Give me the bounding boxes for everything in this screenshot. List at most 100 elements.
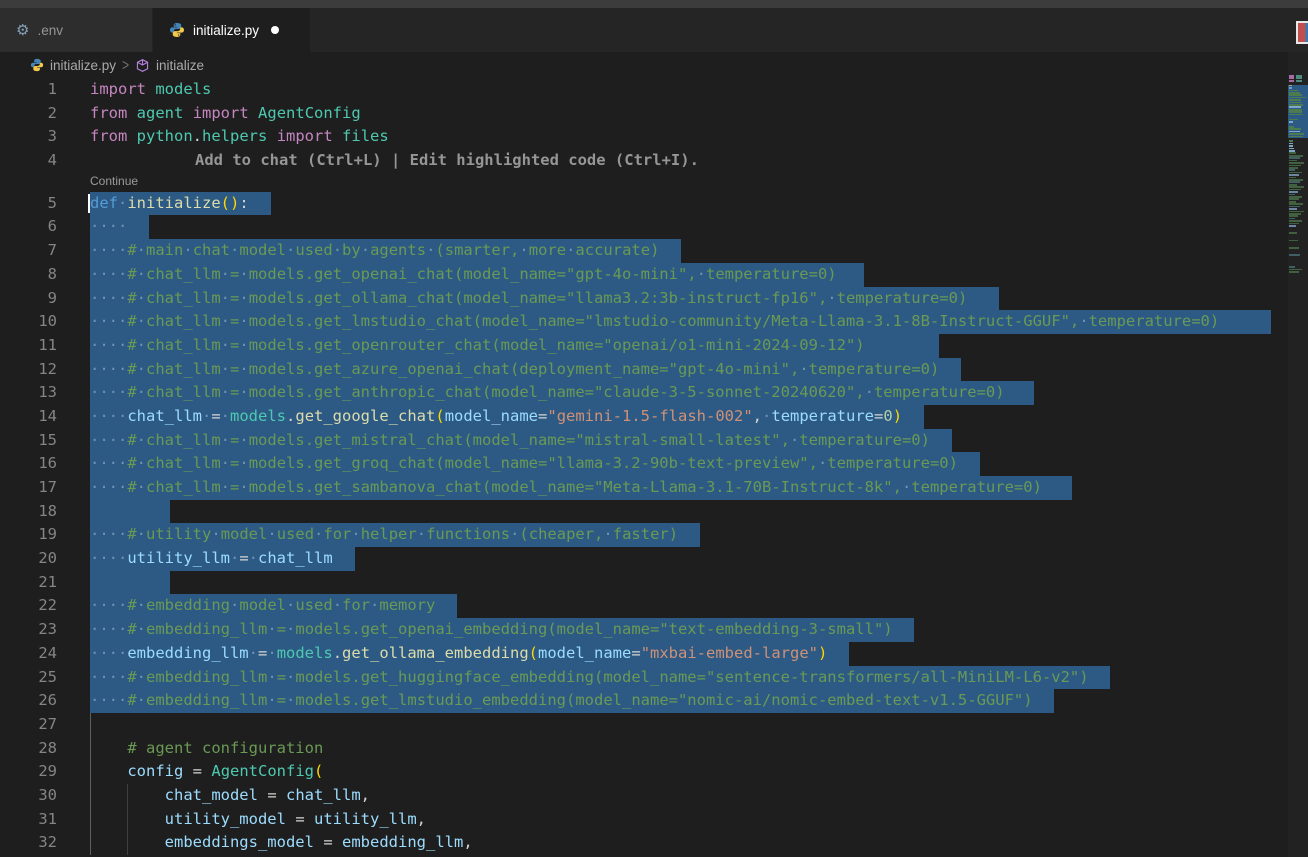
tab-initialize-py[interactable]: initialize.py [153, 8, 310, 52]
code-line[interactable]: 21 [0, 570, 1288, 595]
code-line[interactable]: 5 def·initialize(): [0, 191, 1288, 216]
minimap-block [1289, 118, 1298, 121]
code-editor[interactable]: 1 import models 2 from agent import AgentCo… [0, 78, 1288, 855]
minimap-block [1289, 225, 1296, 227]
code-line[interactable]: 14 ····chat_llm·=·models.get_google_chat(… [0, 404, 1288, 429]
minimap-block [1289, 203, 1303, 205]
breadcrumb-symbol[interactable]: initialize [156, 58, 204, 73]
tab-label: .env [37, 22, 63, 38]
code-line[interactable]: 6 ···· [0, 215, 1288, 240]
code-line[interactable]: 24 ····embedding_llm·=·models.get_ollama_… [0, 641, 1288, 666]
breadcrumb-file[interactable]: initialize.py [50, 58, 116, 73]
minimap-block [1289, 210, 1304, 213]
code-line[interactable]: 7 ····#·main·chat·model·used·by·agents·(s… [0, 239, 1288, 263]
code-text: chat_model = chat_llm, [164, 785, 371, 804]
code-line[interactable]: 19 ····#·utility·model·used·for·helper·fu… [0, 523, 1288, 548]
minimap-block [1289, 232, 1297, 234]
code-line[interactable]: 26 ····#·embedding_llm·=·models.get_lmstu… [0, 689, 1288, 713]
line-number: 27 [38, 714, 57, 733]
modified-dot-icon[interactable] [271, 26, 280, 34]
titlebar-strip [0, 0, 1308, 8]
tab-env[interactable]: ⚙ .env [0, 8, 152, 52]
code-text: ····#·utility·model·used·for·helper·func… [90, 525, 679, 544]
minimap-block [1289, 271, 1299, 273]
line-number: 24 [38, 643, 57, 662]
minimap-block [1296, 77, 1302, 80]
minimap-block [1289, 142, 1293, 145]
line-number: 32 [38, 833, 57, 852]
minimap-block [1289, 179, 1303, 181]
minimap[interactable] [1288, 52, 1308, 857]
code-line[interactable]: 8 ····#·chat_llm·=·models.get_openai_chat… [0, 262, 1288, 287]
code-line[interactable]: 17 ····#·chat_llm·=·models.get_sambanova_… [0, 476, 1288, 500]
code-line[interactable]: 4 Add to chat (Ctrl+L) | Edit highlighted… [0, 149, 1288, 173]
code-line[interactable]: 13 ····#·chat_llm·=·models.get_anthropic_… [0, 381, 1288, 405]
line-number: 22 [38, 596, 57, 615]
inline-chat-hint[interactable]: Add to chat (Ctrl+L) | Edit highlighted … [195, 149, 699, 173]
code-line[interactable]: 3 from python.helpers import files [0, 125, 1288, 149]
code-line[interactable]: 22 ····#·embedding·model·used·for·memory [0, 594, 1288, 619]
minimap-block [1289, 239, 1298, 242]
code-line[interactable]: 11 ····#·chat_llm·=·models.get_openrouter… [0, 333, 1288, 358]
line-number: 15 [38, 430, 57, 449]
minimap-block [1289, 176, 1296, 179]
code-line[interactable]: 12 ····#·chat_llm·=·models.get_azure_open… [0, 357, 1288, 382]
code-text: def·initialize(): [90, 193, 249, 212]
code-line[interactable]: 2 from agent import AgentConfig [0, 102, 1288, 126]
minimap-block [1289, 133, 1304, 135]
code-line[interactable]: 27 [0, 712, 1288, 737]
code-line[interactable]: 9 ····#·chat_llm·=·models.get_ollama_chat… [0, 286, 1288, 311]
minimap-block [1289, 266, 1295, 268]
code-line[interactable]: 25 ····#·embedding_llm·=·models.get_huggi… [0, 665, 1288, 690]
minimap-block [1289, 128, 1302, 130]
minimap-block [1289, 125, 1295, 128]
code-text: ····embedding_llm·=·models.get_ollama_em… [90, 643, 828, 662]
minimap-block [1289, 150, 1295, 152]
line-number: 25 [38, 667, 57, 686]
minimap-block [1289, 84, 1292, 87]
minimap-block [1289, 222, 1299, 225]
tab-bar: ⚙ .env initialize.py [0, 8, 1308, 52]
line-number: 12 [38, 359, 57, 378]
codelens-continue[interactable]: Continue [90, 173, 138, 190]
code-text: import models [90, 80, 212, 98]
code-line[interactable]: 23 ····#·embedding_llm·=·models.get_opena… [0, 618, 1288, 642]
symbol-class-icon [135, 58, 150, 73]
line-number: 3 [47, 127, 57, 146]
minimap-block [1289, 186, 1304, 188]
code-text: from python.helpers import files [90, 127, 389, 146]
code-line[interactable]: 1 import models [0, 78, 1288, 102]
line-number: 9 [47, 288, 57, 307]
minimap-block [1289, 120, 1293, 123]
minimap-block [1289, 200, 1296, 203]
code-line[interactable]: 28 # agent configuration [0, 736, 1288, 761]
minimap-block [1289, 217, 1295, 220]
code-text: ····#·chat_llm·=·models.get_mistral_chat… [90, 430, 930, 449]
minimap-block [1289, 135, 1304, 138]
line-number: 26 [38, 691, 57, 710]
minimap-block [1296, 79, 1302, 82]
minimap-block [1289, 254, 1300, 256]
text-cursor [88, 193, 90, 213]
line-number: 1 [47, 80, 57, 98]
editor-action-icon[interactable] [1296, 21, 1308, 44]
minimap-block [1289, 91, 1301, 94]
line-number: 6 [47, 217, 57, 236]
code-line[interactable]: 16 ····#·chat_llm·=·models.get_groq_chat(… [0, 452, 1288, 476]
code-line[interactable]: 32 embeddings_model = embedding_llm, [0, 831, 1288, 855]
minimap-block [1289, 191, 1298, 193]
code-line[interactable]: 20 ····utility_llm·=·chat_llm [0, 547, 1288, 571]
code-text: ····#·chat_llm·=·models.get_sambanova_ch… [90, 478, 1042, 496]
code-line[interactable]: 10 ····#·chat_llm·=·models.get_lmstudio_c… [0, 310, 1288, 334]
line-number: 28 [38, 738, 57, 757]
code-line[interactable]: 15 ····#·chat_llm·=·models.get_mistral_ch… [0, 428, 1288, 453]
code-line[interactable]: 30 chat_model = chat_llm, [0, 783, 1288, 808]
code-text: ····#·embedding_llm·=·models.get_openai_… [90, 620, 893, 639]
code-line[interactable]: 18 [0, 499, 1288, 524]
breadcrumb: initialize.py > initialize [0, 52, 1308, 78]
minimap-block [1289, 111, 1303, 113]
code-line[interactable]: 29 config = AgentConfig( [0, 760, 1288, 784]
code-line[interactable]: 31 utility_model = utility_llm, [0, 807, 1288, 832]
code-text: embeddings_model = embedding_llm, [164, 833, 473, 852]
code-text: ····#·chat_llm·=·models.get_openai_chat(… [90, 264, 837, 283]
